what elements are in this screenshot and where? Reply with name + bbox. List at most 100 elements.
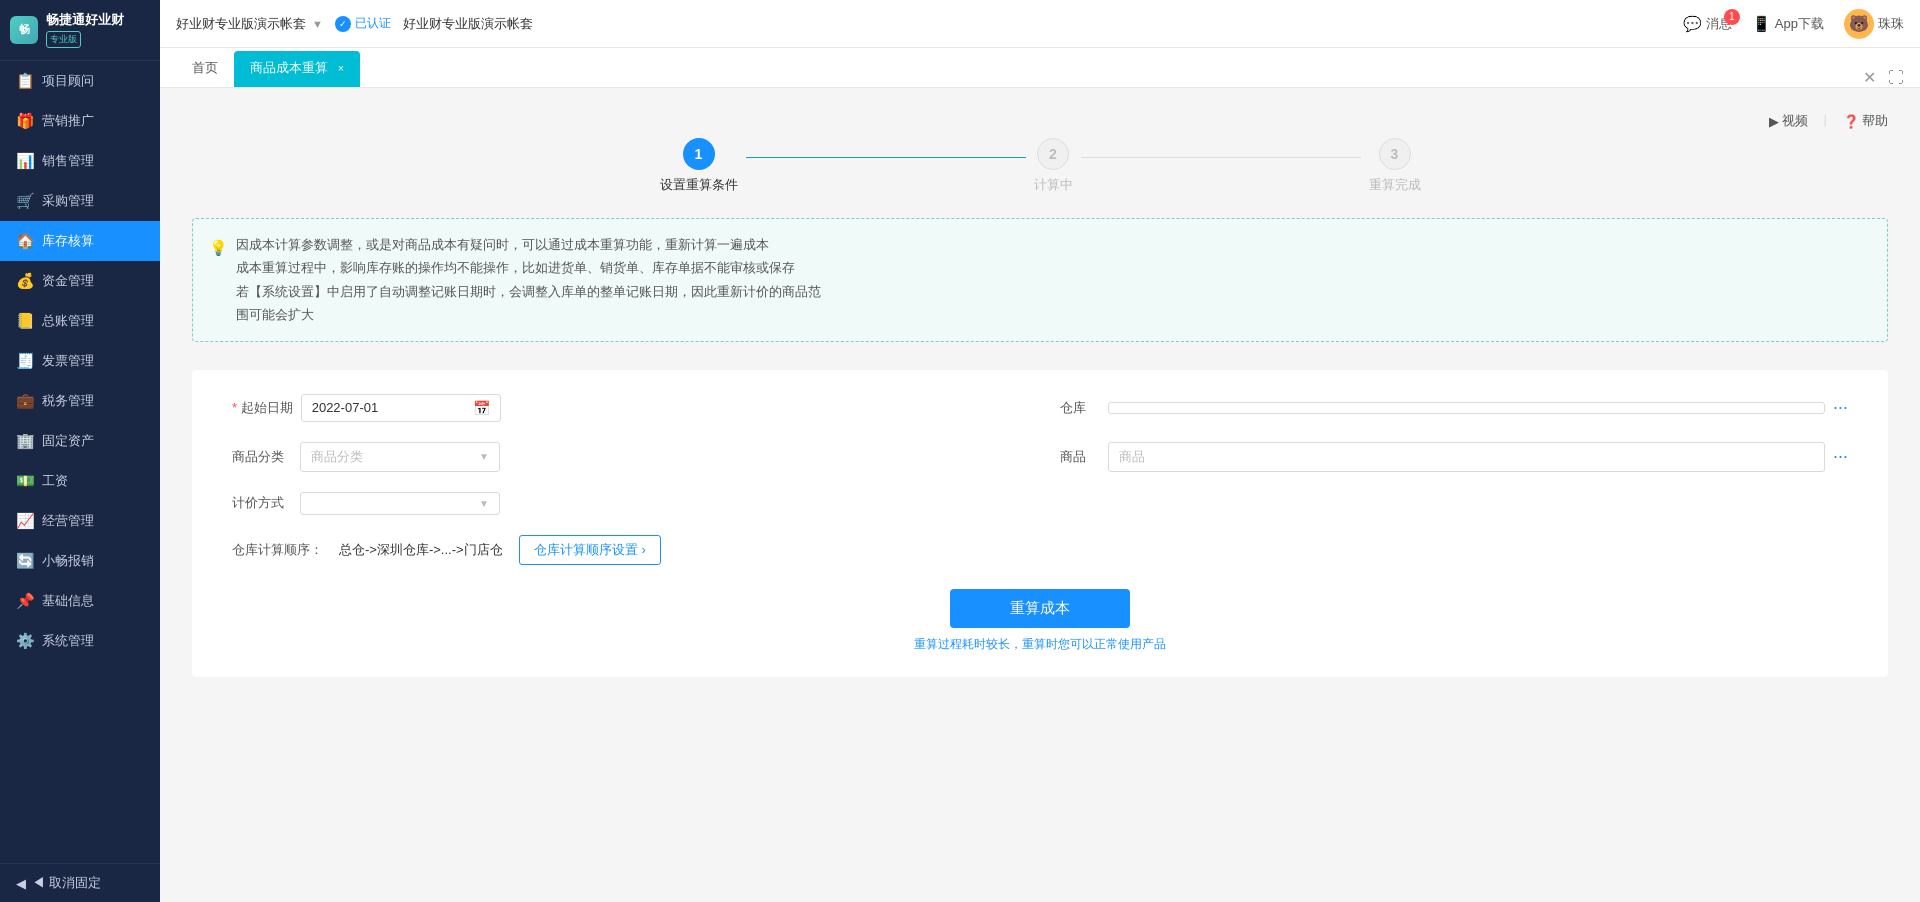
sidebar-item-purchase[interactable]: 🛒 采购管理 xyxy=(0,181,160,221)
stepper: 1 设置重算条件 2 计算中 3 重算完成 xyxy=(192,138,1888,194)
pricing-label: 计价方式 xyxy=(232,494,292,512)
sidebar-item-label: 税务管理 xyxy=(42,392,94,410)
start-date-value: 2022-07-01 xyxy=(312,400,379,415)
start-date-input[interactable]: 2022-07-01 📅 xyxy=(301,394,501,422)
category-placeholder: 商品分类 xyxy=(311,448,363,466)
sidebar: 畅 畅捷通好业财 专业版 📋 项目顾问 🎁 营销推广 📊 销售管理 🛒 采购管理… xyxy=(0,0,160,902)
finance-icon: 💰 xyxy=(16,272,34,290)
sidebar-item-label: 基础信息 xyxy=(42,592,94,610)
sidebar-item-accounting[interactable]: 📒 总账管理 xyxy=(0,301,160,341)
product-field: 商品 商品 ··· xyxy=(1060,442,1848,472)
step-3-circle: 3 xyxy=(1379,138,1411,170)
help-links: ▶ 视频 | ❓ 帮助 xyxy=(192,112,1888,130)
notice-box: 💡 因成本计算参数调整，或是对商品成本有疑问时，可以通过成本重算功能，重新计算一… xyxy=(192,218,1888,342)
step-line-1-2 xyxy=(746,157,1026,158)
category-select[interactable]: 商品分类 ▼ xyxy=(300,442,500,472)
tab-cost-recalc[interactable]: 商品成本重算 × xyxy=(234,51,360,87)
step-3-label: 重算完成 xyxy=(1369,176,1421,194)
accounting-icon: 📒 xyxy=(16,312,34,330)
warehouse-input[interactable] xyxy=(1108,402,1825,414)
sidebar-item-label: 工资 xyxy=(42,472,68,490)
sidebar-item-assets[interactable]: 🏢 固定资产 xyxy=(0,421,160,461)
warehouse-order-settings-btn[interactable]: 仓库计算顺序设置 › xyxy=(519,535,661,565)
sidebar-pin-toggle[interactable]: ◀ ◀ 取消固定 xyxy=(0,863,160,902)
warehouse-field: 仓库 ··· xyxy=(1060,397,1848,418)
sidebar-title: 畅捷通好业财 xyxy=(46,12,124,29)
help-link[interactable]: ❓ 帮助 xyxy=(1843,112,1888,130)
sidebar-item-label: 总账管理 xyxy=(42,312,94,330)
notice-icon: 💡 xyxy=(209,234,228,327)
sidebar-item-operation[interactable]: 📈 经营管理 xyxy=(0,501,160,541)
inventory-icon: 🏠 xyxy=(16,232,34,250)
tab-home-label: 首页 xyxy=(192,60,218,75)
sidebar-item-system[interactable]: ⚙️ 系统管理 xyxy=(0,621,160,661)
sidebar-nav: 📋 项目顾问 🎁 营销推广 📊 销售管理 🛒 采购管理 🏠 库存核算 💰 资金管… xyxy=(0,61,160,863)
sidebar-item-finance[interactable]: 💰 资金管理 xyxy=(0,261,160,301)
content-wrapper: ▶ 视频 | ❓ 帮助 1 设置重算条件 xyxy=(192,112,1888,677)
sidebar-item-invoice[interactable]: 🧾 发票管理 xyxy=(0,341,160,381)
product-label: 商品 xyxy=(1060,448,1100,466)
pin-label: ◀ 取消固定 xyxy=(32,874,101,892)
sidebar-item-basic[interactable]: 📌 基础信息 xyxy=(0,581,160,621)
pricing-select[interactable]: ▼ xyxy=(300,492,500,515)
sidebar-item-salary[interactable]: 💵 工资 xyxy=(0,461,160,501)
required-star: * xyxy=(232,400,241,415)
expand-window-icon[interactable]: ⛶ xyxy=(1888,69,1904,87)
account-selector[interactable]: 好业财专业版演示帐套 ▼ xyxy=(176,15,323,33)
sidebar-item-label: 小畅报销 xyxy=(42,552,94,570)
step-2-label: 计算中 xyxy=(1034,176,1073,194)
sidebar-logo: 畅 xyxy=(10,16,38,44)
sidebar-brand: 畅捷通好业财 专业版 xyxy=(46,12,124,48)
sidebar-item-tax[interactable]: 💼 税务管理 xyxy=(0,381,160,421)
marketing-icon: 🎁 xyxy=(16,112,34,130)
close-window-icon[interactable]: ✕ xyxy=(1863,68,1876,87)
tab-home[interactable]: 首页 xyxy=(176,51,234,87)
product-more-btn[interactable]: ··· xyxy=(1833,446,1848,467)
sidebar-item-label: 发票管理 xyxy=(42,352,94,370)
product-input[interactable]: 商品 xyxy=(1108,442,1825,472)
step-line-2-3 xyxy=(1081,157,1361,158)
sidebar-item-sales[interactable]: 📊 销售管理 xyxy=(0,141,160,181)
expense-icon: 🔄 xyxy=(16,552,34,570)
step-2-num: 2 xyxy=(1049,146,1057,162)
tax-icon: 💼 xyxy=(16,392,34,410)
cert-badge: ✓ 已认证 xyxy=(335,15,391,32)
sidebar-item-marketing[interactable]: 🎁 营销推广 xyxy=(0,101,160,141)
step-3: 3 重算完成 xyxy=(1369,138,1421,194)
warehouse-more-btn[interactable]: ··· xyxy=(1833,397,1848,418)
sidebar-item-label: 固定资产 xyxy=(42,432,94,450)
tab-cost-recalc-label: 商品成本重算 xyxy=(250,60,328,75)
account-dropdown-icon: ▼ xyxy=(312,18,323,30)
form-row-2: 商品分类 商品分类 ▼ 商品 商品 ··· xyxy=(232,442,1848,472)
topbar: 好业财专业版演示帐套 ▼ ✓ 已认证 好业财专业版演示帐套 💬 消息 1 📱 A… xyxy=(160,0,1920,48)
sidebar-item-project[interactable]: 📋 项目顾问 xyxy=(0,61,160,101)
main-area: 好业财专业版演示帐套 ▼ ✓ 已认证 好业财专业版演示帐套 💬 消息 1 📱 A… xyxy=(160,0,1920,902)
help-label: 帮助 xyxy=(1862,112,1888,130)
warehouse-label: 仓库 xyxy=(1060,399,1100,417)
form-row-1: * 起始日期 2022-07-01 📅 仓库 ··· xyxy=(232,394,1848,422)
notice-line4: 围可能会扩大 xyxy=(236,303,821,326)
category-dropdown-icon: ▼ xyxy=(479,451,489,462)
recalculate-btn[interactable]: 重算成本 xyxy=(950,589,1130,628)
operation-icon: 📈 xyxy=(16,512,34,530)
step-2: 2 计算中 xyxy=(1034,138,1073,194)
tab-close-icon[interactable]: × xyxy=(338,62,344,74)
video-link[interactable]: ▶ 视频 xyxy=(1769,112,1808,130)
user-profile[interactable]: 🐻 珠珠 xyxy=(1844,9,1904,39)
system-icon: ⚙️ xyxy=(16,632,34,650)
sidebar-item-inventory[interactable]: 🏠 库存核算 xyxy=(0,221,160,261)
message-badge: 1 xyxy=(1724,9,1740,25)
notice-line1: 因成本计算参数调整，或是对商品成本有疑问时，可以通过成本重算功能，重新计算一遍成… xyxy=(236,233,821,256)
invoice-icon: 🧾 xyxy=(16,352,34,370)
sidebar-item-label: 项目顾问 xyxy=(42,72,94,90)
category-field: 商品分类 商品分类 ▼ xyxy=(232,442,1020,472)
app-download-action[interactable]: 📱 App下载 xyxy=(1752,15,1824,33)
account-name: 好业财专业版演示帐套 xyxy=(176,15,306,33)
form-row-3: 计价方式 ▼ xyxy=(232,492,1848,515)
step-3-num: 3 xyxy=(1391,146,1399,162)
sidebar-item-label: 经营管理 xyxy=(42,512,94,530)
sidebar-item-expense[interactable]: 🔄 小畅报销 xyxy=(0,541,160,581)
pricing-dropdown-icon: ▼ xyxy=(479,498,489,509)
message-action[interactable]: 💬 消息 1 xyxy=(1683,15,1732,33)
phone-icon: 📱 xyxy=(1752,15,1771,33)
